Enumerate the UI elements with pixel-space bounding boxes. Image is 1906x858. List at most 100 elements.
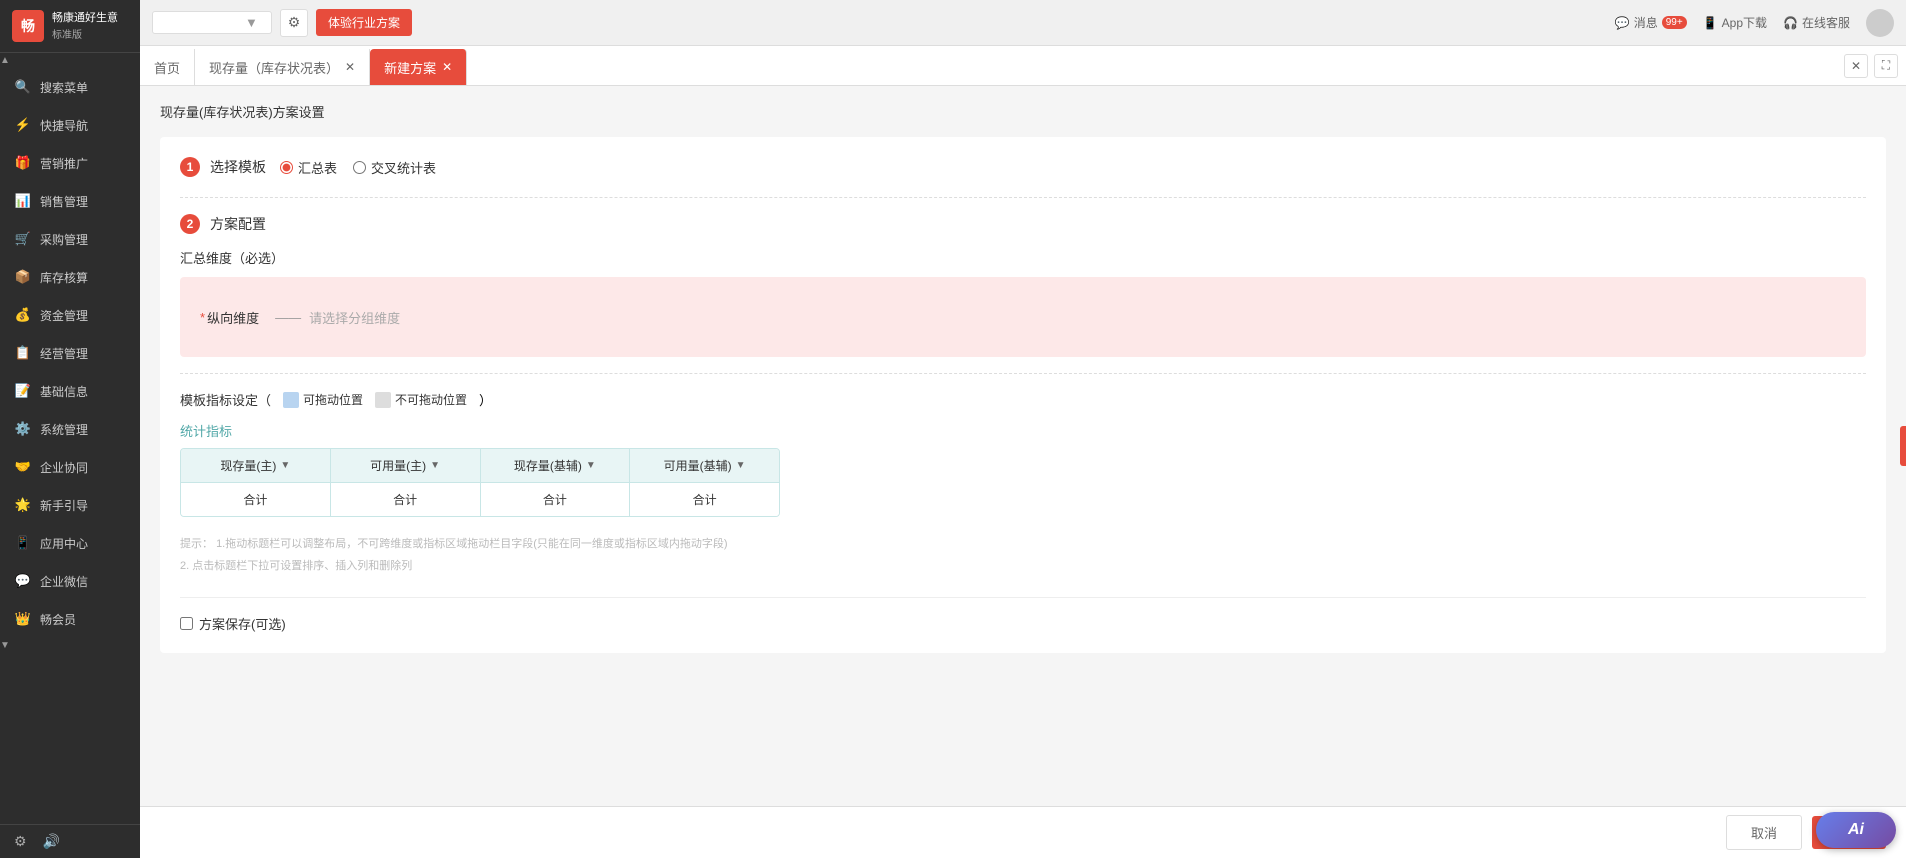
online-service-label: 在线客服 <box>1802 14 1850 31</box>
stats-col-1[interactable]: 可用量(主) ▼ <box>331 449 481 482</box>
save-checkbox-row: 方案保存(可选) <box>180 597 1866 633</box>
app-logo-icon: 畅 <box>12 10 44 42</box>
finance-icon: 💰 <box>14 306 32 324</box>
save-label[interactable]: 方案保存(可选) <box>199 614 286 633</box>
tips-section: 提示： 1.拖动标题栏可以调整布局，不可跨维度或指标区域拖动栏目字段(只能在同一… <box>180 533 1866 577</box>
radio-summary[interactable]: 汇总表 <box>280 158 337 177</box>
member-icon: 👑 <box>14 610 32 628</box>
radio-summary-input[interactable] <box>280 161 293 174</box>
sidebar-item-inventory[interactable]: 📦 库存核算 <box>0 258 140 296</box>
sidebar-item-app-center[interactable]: 📱 应用中心 <box>0 524 140 562</box>
tab-home[interactable]: 首页 <box>140 49 195 85</box>
sidebar-item-marketing[interactable]: 🎁 营销推广 <box>0 144 140 182</box>
col-chevron-1: ▼ <box>430 460 440 471</box>
ai-float-button[interactable]: Ai <box>1816 812 1896 848</box>
online-service-item[interactable]: 🎧 在线客服 <box>1783 14 1850 31</box>
dimension-placeholder: 请选择分组维度 <box>309 308 400 327</box>
sidebar-bottom: ⚙ 🔊 <box>0 824 140 858</box>
sidebar-item-member[interactable]: 👑 畅会员 <box>0 600 140 638</box>
draggable-box-icon <box>283 392 299 408</box>
cancel-button[interactable]: 取消 <box>1726 815 1802 850</box>
sidebar: 畅 畅康通好生意 标准版 ▲ 🔍 搜索菜单 ⚡ 快捷导航 🎁 营销推广 📊 销售… <box>0 0 140 858</box>
stats-cell-0-3: 合计 <box>630 483 779 516</box>
online-service-icon: 🎧 <box>1783 16 1798 30</box>
sidebar-label-basic-info: 基础信息 <box>40 383 88 400</box>
tips-text-1: 提示： 1.拖动标题栏可以调整布局，不可跨维度或指标区域拖动栏目字段(只能在同一… <box>180 533 1866 555</box>
radio-summary-label: 汇总表 <box>298 158 337 177</box>
dimension-label: 汇总维度（必选） <box>180 248 1866 267</box>
search-input[interactable] <box>161 16 241 30</box>
topbar: ▼ ⚙ 体验行业方案 💬 消息 99+ 📱 App下载 🎧 在线客服 <box>140 0 1906 46</box>
tab-expand-btn[interactable]: ⛶ <box>1874 54 1898 78</box>
messages-item[interactable]: 💬 消息 99+ <box>1615 14 1687 31</box>
app-download-item[interactable]: 📱 App下载 <box>1703 14 1767 31</box>
stats-table-header: 现存量(主) ▼ 可用量(主) ▼ 现存量(基辅) ▼ <box>181 449 779 482</box>
sidebar-scroll-down[interactable]: ▼ <box>0 638 140 653</box>
sidebar-item-newbie[interactable]: 🌟 新手引导 <box>0 486 140 524</box>
stats-col-2[interactable]: 现存量(基辅) ▼ <box>481 449 631 482</box>
trial-button[interactable]: 体验行业方案 <box>316 9 412 36</box>
sidebar-item-finance[interactable]: 💰 资金管理 <box>0 296 140 334</box>
stats-section: 统计指标 现存量(主) ▼ 可用量(主) ▼ <box>180 421 1866 517</box>
settings-gear-icon[interactable]: ⚙ <box>280 9 308 37</box>
sidebar-item-search-menu[interactable]: 🔍 搜索菜单 <box>0 68 140 106</box>
radio-cross[interactable]: 交叉统计表 <box>353 158 436 177</box>
app-name: 畅康通好生意 <box>52 11 118 26</box>
tab-new-scheme-close[interactable]: ✕ <box>442 60 452 74</box>
template-indicator-row: 模板指标设定（ 可拖动位置 不可拖动位置 ） <box>180 390 1866 409</box>
sidebar-item-quick-nav[interactable]: ⚡ 快捷导航 <box>0 106 140 144</box>
tab-close-btn[interactable]: ✕ <box>1844 54 1868 78</box>
step2-header: 2 方案配置 <box>180 214 1866 234</box>
stats-col-3[interactable]: 可用量(基辅) ▼ <box>630 449 779 482</box>
sound-icon[interactable]: 🔊 <box>43 833 60 850</box>
footer-bar: 取消 查询 <box>140 806 1906 858</box>
col-chevron-0: ▼ <box>280 460 290 471</box>
stats-col-0[interactable]: 现存量(主) ▼ <box>181 449 331 482</box>
step-divider <box>180 197 1866 198</box>
settings-icon[interactable]: ⚙ <box>14 833 27 850</box>
messages-icon: 💬 <box>1615 16 1630 30</box>
user-avatar[interactable] <box>1866 9 1894 37</box>
sidebar-label-wechat: 企业微信 <box>40 573 88 590</box>
messages-badge: 99+ <box>1662 16 1687 29</box>
tips-text-2: 2. 点击标题栏下拉可设置排序、插入列和删除列 <box>180 555 1866 577</box>
sidebar-item-operations[interactable]: 📋 经营管理 <box>0 334 140 372</box>
sidebar-label-sales: 销售管理 <box>40 193 88 210</box>
sidebar-item-system[interactable]: ⚙️ 系统管理 <box>0 410 140 448</box>
sidebar-scroll-up[interactable]: ▲ <box>0 53 140 68</box>
sidebar-item-sales[interactable]: 📊 销售管理 <box>0 182 140 220</box>
app-download-label: App下载 <box>1722 14 1767 31</box>
stats-cell-0-1: 合计 <box>331 483 481 516</box>
marketing-icon: 🎁 <box>14 154 32 172</box>
topbar-search-box[interactable]: ▼ <box>152 11 272 34</box>
save-checkbox[interactable] <box>180 617 193 630</box>
search-dropdown-icon[interactable]: ▼ <box>245 15 258 30</box>
sidebar-item-basic-info[interactable]: 📝 基础信息 <box>0 372 140 410</box>
sidebar-label-purchase: 采购管理 <box>40 231 88 248</box>
sales-icon: 📊 <box>14 192 32 210</box>
sidebar-label-marketing: 营销推广 <box>40 155 88 172</box>
tab-new-scheme[interactable]: 新建方案 ✕ <box>370 49 467 85</box>
sidebar-label-enterprise: 企业协同 <box>40 459 88 476</box>
content-area: 现存量(库存状况表)方案设置 1 选择模板 汇总表 交叉统计表 <box>140 86 1906 806</box>
col-chevron-3: ▼ <box>736 460 746 471</box>
dimension-dash: —— <box>275 310 301 325</box>
col-chevron-2: ▼ <box>586 460 596 471</box>
sidebar-label-finance: 资金管理 <box>40 307 88 324</box>
vertical-label: 纵向维度 <box>207 308 259 327</box>
search-menu-icon: 🔍 <box>14 78 32 96</box>
sidebar-label-member: 畅会员 <box>40 611 76 628</box>
sidebar-item-purchase[interactable]: 🛒 采购管理 <box>0 220 140 258</box>
tab-inventory-status[interactable]: 现存量（库存状况表） ✕ <box>195 49 370 85</box>
sidebar-label-quick-nav: 快捷导航 <box>40 117 88 134</box>
sidebar-item-wechat[interactable]: 💬 企业微信 <box>0 562 140 600</box>
tab-bar-controls: ✕ ⛶ <box>1844 54 1898 78</box>
stats-title: 统计指标 <box>180 421 1866 440</box>
right-panel-indicator[interactable] <box>1900 426 1906 466</box>
radio-cross-input[interactable] <box>353 161 366 174</box>
sidebar-label-app-center: 应用中心 <box>40 535 88 552</box>
scheme-container: 1 选择模板 汇总表 交叉统计表 <box>160 137 1886 653</box>
dimension-box[interactable]: * 纵向维度 —— 请选择分组维度 <box>180 277 1866 357</box>
sidebar-item-enterprise[interactable]: 🤝 企业协同 <box>0 448 140 486</box>
tab-inventory-status-close[interactable]: ✕ <box>345 60 355 74</box>
